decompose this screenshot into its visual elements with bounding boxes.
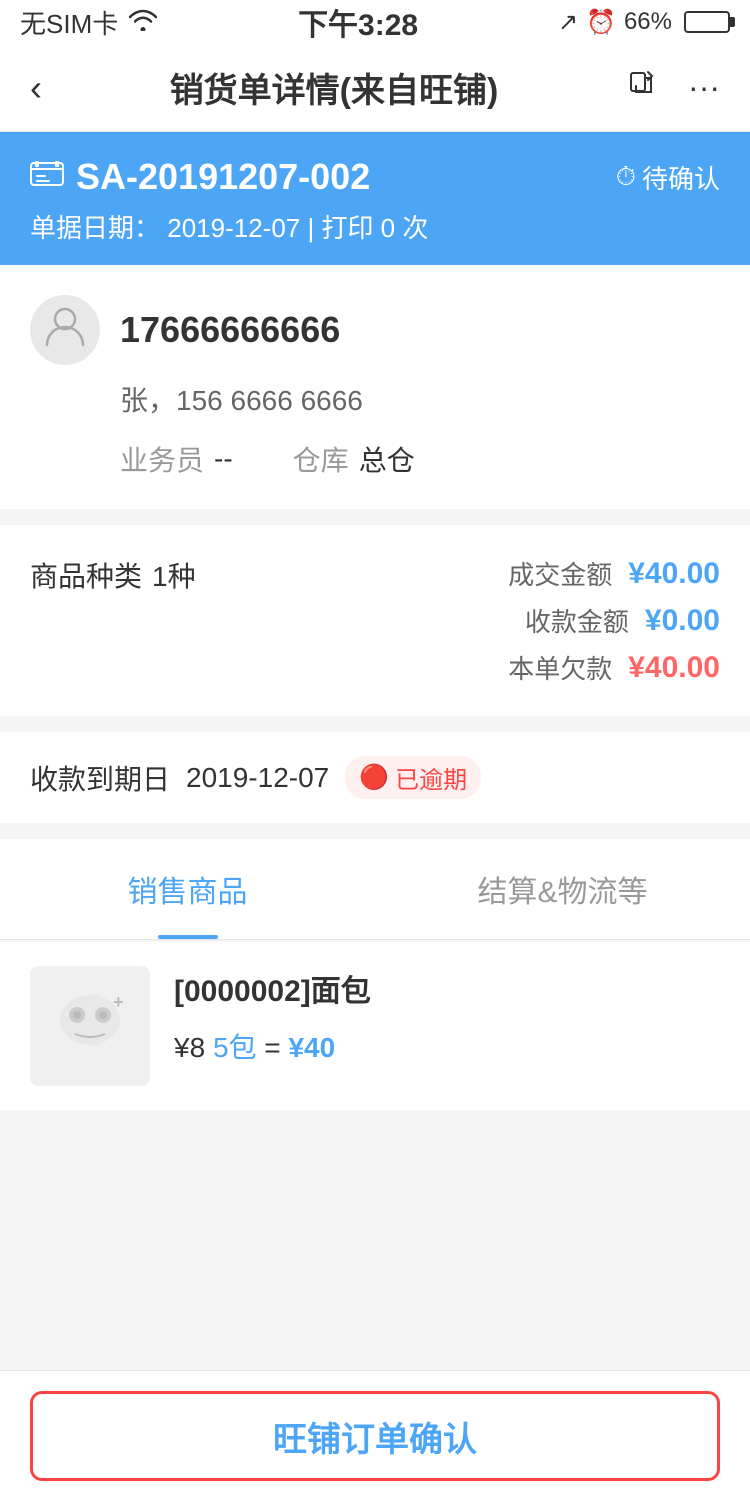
product-info: [0000002]面包 ¥8 5包 = ¥40 (174, 966, 720, 1066)
tab-bar: 销售商品 结算&物流等 (0, 839, 750, 940)
amount-summary: 成交金额 ¥40.00 收款金额 ¥0.00 本单欠款 ¥40.00 (508, 555, 720, 686)
product-type-item: 商品种类 1种 (30, 555, 196, 595)
status-right: ↗ ⏰ 66% (558, 8, 730, 37)
overdue-icon: 🔴 (359, 763, 389, 792)
content-area (0, 1110, 750, 1370)
page-title: 销货单详情(来自旺铺) (170, 63, 499, 112)
customer-name: 张，156 6666 6666 (30, 379, 720, 419)
warehouse-value: 总仓 (359, 439, 415, 479)
confirm-order-button[interactable]: 旺铺订单确认 (30, 1391, 720, 1481)
tab-products[interactable]: 销售商品 (0, 839, 375, 939)
product-type-value: 1种 (152, 555, 196, 595)
equals-sign: = (264, 1032, 288, 1063)
carrier-label: 无SIM卡 (20, 4, 118, 41)
avatar-icon (43, 303, 87, 357)
warehouse-label: 仓库 (293, 439, 349, 479)
product-type-label: 商品种类 (30, 555, 142, 595)
overdue-label: 已逾期 (395, 760, 467, 795)
product-name: [0000002]面包 (174, 966, 720, 1010)
deal-amount-value: ¥40.00 (628, 557, 720, 591)
balance-label: 本单欠款 (508, 649, 612, 686)
received-label: 收款金额 (525, 602, 629, 639)
customer-meta: 业务员 -- 仓库 总仓 (30, 439, 720, 479)
more-icon[interactable]: ··· (688, 69, 720, 106)
share-icon[interactable] (626, 68, 658, 108)
deal-amount-label: 成交金额 (508, 555, 612, 592)
summary-section: 商品种类 1种 成交金额 ¥40.00 收款金额 ¥0.00 本单欠款 ¥40.… (0, 525, 750, 716)
order-icon (30, 156, 64, 198)
overdue-badge: 🔴 已逾期 (345, 756, 481, 799)
battery-icon (684, 11, 730, 33)
status-left: 无SIM卡 (20, 4, 158, 41)
customer-section: 17666666666 张，156 6666 6666 业务员 -- 仓库 总仓 (0, 265, 750, 509)
due-date-value: 2019-12-07 (186, 762, 329, 794)
time-display: 下午3:28 (298, 0, 418, 44)
battery-percent: 66% (624, 8, 672, 36)
salesperson-label: 业务员 (120, 439, 204, 479)
order-header: SA-20191207-002 ⏱ 待确认 单据日期： 2019-12-07 |… (0, 132, 750, 265)
bottom-bar: 旺铺订单确认 (0, 1370, 750, 1501)
back-button[interactable]: ‹ (30, 67, 42, 109)
price-value: ¥8 (174, 1032, 205, 1063)
order-status: ⏱ 待确认 (616, 159, 720, 196)
nav-actions: ··· (626, 68, 720, 108)
order-id-row: SA-20191207-002 (30, 156, 370, 198)
product-price: ¥8 5包 = ¥40 (174, 1026, 720, 1066)
alarm-icon: ⏰ (586, 8, 616, 37)
due-date-section: 收款到期日 2019-12-07 🔴 已逾期 (0, 732, 750, 823)
status-text: 待确认 (642, 159, 720, 196)
status-clock-icon: ⏱ (616, 161, 636, 193)
salesperson-value: -- (214, 443, 233, 475)
location-icon: ↗ (558, 8, 578, 37)
customer-phone: 17666666666 (120, 309, 340, 351)
nav-bar: ‹ 销货单详情(来自旺铺) ··· (0, 44, 750, 132)
order-id-text: SA-20191207-002 (76, 156, 370, 198)
product-image: + (30, 966, 150, 1086)
order-date: 单据日期： 2019-12-07 | 打印 0 次 (30, 208, 720, 245)
svg-text:+: + (113, 992, 124, 1012)
tab-settlement[interactable]: 结算&物流等 (375, 839, 750, 939)
total-value: ¥40 (288, 1032, 335, 1063)
wifi-icon (128, 7, 158, 38)
received-value: ¥0.00 (645, 604, 720, 638)
balance-value: ¥40.00 (628, 651, 720, 685)
due-date-label: 收款到期日 (30, 758, 170, 798)
quantity-value: 5包 (213, 1032, 257, 1063)
product-logo: + (45, 980, 135, 1072)
avatar (30, 295, 100, 365)
product-section: + [0000002]面包 ¥8 5包 = ¥40 (0, 942, 750, 1110)
status-bar: 无SIM卡 下午3:28 ↗ ⏰ 66% (0, 0, 750, 44)
